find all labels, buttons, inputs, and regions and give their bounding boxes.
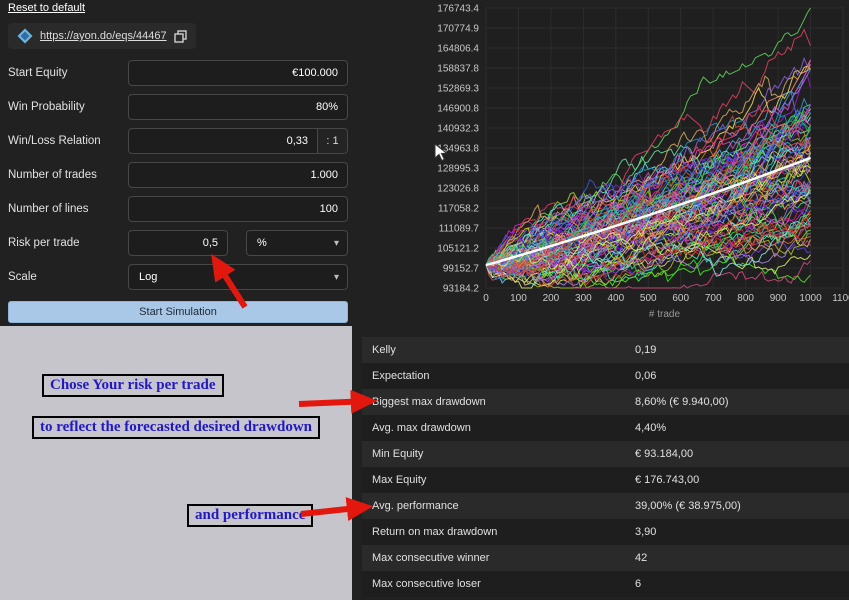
number-of-trades-input[interactable] xyxy=(128,162,348,188)
risk-unit-select[interactable]: % ▾ xyxy=(246,230,348,256)
svg-text:146900.8: 146900.8 xyxy=(437,104,479,115)
start-simulation-button[interactable]: Start Simulation xyxy=(8,301,348,323)
svg-text:300: 300 xyxy=(575,293,592,304)
stat-value: € 176.743,00 xyxy=(635,474,700,486)
stat-label: Avg. max drawdown xyxy=(372,422,471,434)
svg-text:93184.2: 93184.2 xyxy=(443,284,480,295)
table-row[interactable]: Return on max drawdown 3,90 xyxy=(362,519,849,545)
svg-text:134963.8: 134963.8 xyxy=(437,144,479,155)
share-url-row: https://ayon.do/eqs/44467 xyxy=(8,23,196,49)
svg-text:164806.4: 164806.4 xyxy=(437,44,479,55)
svg-text:123026.8: 123026.8 xyxy=(437,184,479,195)
risk-unit-value: % xyxy=(257,237,267,249)
win-loss-relation-label: Win/Loss Relation xyxy=(8,135,101,147)
svg-text:170774.9: 170774.9 xyxy=(437,24,479,35)
svg-text:117058.2: 117058.2 xyxy=(438,204,479,215)
chevron-down-icon: ▾ xyxy=(333,237,339,249)
chevron-down-icon: ▾ xyxy=(333,271,339,283)
scale-value: Log xyxy=(139,271,158,283)
svg-text:111089.7: 111089.7 xyxy=(439,224,480,235)
reset-to-default-link[interactable]: Reset to default xyxy=(8,2,85,14)
svg-text:176743.4: 176743.4 xyxy=(437,4,479,15)
statistics-table: Kelly 0,19 Expectation 0,06 Biggest max draw… xyxy=(362,337,849,597)
share-url-link[interactable]: https://ayon.do/eqs/44467 xyxy=(40,30,167,42)
stat-label: Max consecutive loser xyxy=(372,578,481,590)
table-row[interactable]: Max consecutive winner 42 xyxy=(362,545,849,571)
scale-label: Scale xyxy=(8,271,37,283)
svg-text:140932.3: 140932.3 xyxy=(437,124,479,135)
number-of-trades-label: Number of trades xyxy=(8,169,97,181)
stat-label: Min Equity xyxy=(372,448,424,460)
equity-simulator-app: Reset to default https://ayon.do/eqs/444… xyxy=(0,0,849,600)
win-probability-input[interactable] xyxy=(128,94,348,120)
stat-label: Max Equity xyxy=(372,474,427,486)
stat-label: Max consecutive winner xyxy=(372,552,490,564)
annotation-note-2: to reflect the forecasted desired drawdo… xyxy=(32,416,321,439)
risk-per-trade-input[interactable] xyxy=(128,230,228,256)
stat-value: 3,90 xyxy=(635,526,657,538)
number-of-lines-input[interactable] xyxy=(128,196,348,222)
table-row[interactable]: Max consecutive loser 6 xyxy=(362,571,849,597)
svg-text:1000: 1000 xyxy=(799,293,822,304)
stat-label: Return on max drawdown xyxy=(372,526,498,538)
stat-value: 8,60% (€ 9.940,00) xyxy=(635,396,729,408)
svg-text:100: 100 xyxy=(510,293,527,304)
stat-value: 6 xyxy=(635,578,642,590)
copy-icon[interactable] xyxy=(173,29,187,43)
svg-text:99152.7: 99152.7 xyxy=(443,264,480,275)
table-row[interactable]: Avg. max drawdown 4,40% xyxy=(362,415,849,441)
stat-label: Avg. performance xyxy=(372,500,459,512)
risk-per-trade-label: Risk per trade xyxy=(8,237,80,249)
svg-text:400: 400 xyxy=(607,293,624,304)
number-of-lines-label: Number of lines xyxy=(8,203,89,215)
scale-select[interactable]: Log ▾ xyxy=(128,264,348,290)
svg-text:600: 600 xyxy=(672,293,689,304)
win-loss-relation-suffix: : 1 xyxy=(317,129,347,153)
stat-label: Expectation xyxy=(372,370,430,382)
table-row[interactable]: Kelly 0,19 xyxy=(362,337,849,363)
start-equity-label: Start Equity xyxy=(8,67,68,79)
stat-value: 0,19 xyxy=(635,344,657,356)
annotation-area xyxy=(0,326,352,600)
equity-curves-chart[interactable]: 176743.4 170774.9 164806.4 158837.8 152869.3… xyxy=(362,0,849,330)
svg-text:200: 200 xyxy=(543,293,560,304)
svg-text:# trade: # trade xyxy=(649,309,681,320)
svg-text:500: 500 xyxy=(640,293,657,304)
svg-text:800: 800 xyxy=(737,293,754,304)
stat-value: 0,06 xyxy=(635,370,657,382)
win-loss-relation-input[interactable]: 0,33 : 1 xyxy=(128,128,348,154)
start-equity-input[interactable] xyxy=(128,60,348,86)
stat-value: 42 xyxy=(635,552,648,564)
annotation-note-1: Chose Your risk per trade xyxy=(42,374,224,397)
svg-text:0: 0 xyxy=(483,293,489,304)
svg-text:152869.3: 152869.3 xyxy=(437,84,479,95)
table-row[interactable]: Avg. performance 39,00% (€ 38.975,00) xyxy=(362,493,849,519)
stat-label: Kelly xyxy=(372,344,396,356)
svg-text:900: 900 xyxy=(770,293,787,304)
stat-value: 39,00% (€ 38.975,00) xyxy=(635,500,741,512)
svg-text:158837.8: 158837.8 xyxy=(437,64,479,75)
table-row[interactable]: Min Equity € 93.184,00 xyxy=(362,441,849,467)
stat-value: 4,40% xyxy=(635,422,667,434)
svg-text:1100: 1100 xyxy=(832,293,849,304)
svg-text:700: 700 xyxy=(705,293,722,304)
svg-text:105121.2: 105121.2 xyxy=(437,244,479,255)
win-probability-label: Win Probability xyxy=(8,101,85,113)
annotation-note-3: and performance xyxy=(187,504,314,527)
stat-label: Biggest max drawdown xyxy=(372,396,486,408)
svg-text:128995.3: 128995.3 xyxy=(437,164,479,175)
stat-value: € 93.184,00 xyxy=(635,448,694,460)
table-row[interactable]: Max Equity € 176.743,00 xyxy=(362,467,849,493)
table-row[interactable]: Expectation 0,06 xyxy=(362,363,849,389)
table-row[interactable]: Biggest max drawdown 8,60% (€ 9.940,00) xyxy=(362,389,849,415)
win-loss-relation-value: 0,33 xyxy=(286,135,308,147)
app-logo-icon xyxy=(17,28,33,44)
